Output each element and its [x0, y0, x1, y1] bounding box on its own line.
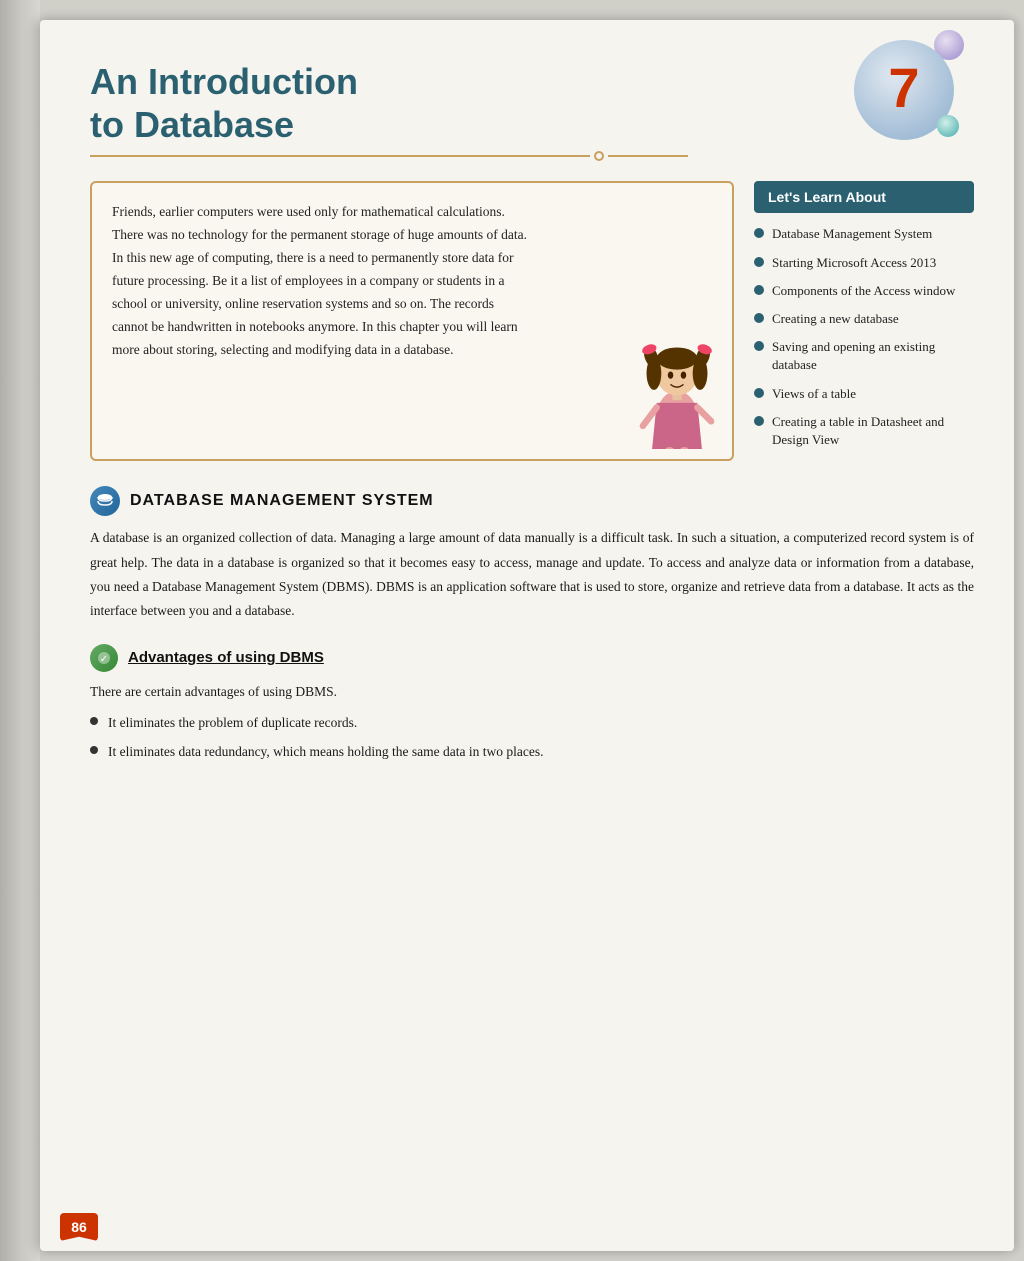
page-spine — [0, 0, 40, 1261]
chapter-title: An Introduction to Database — [90, 60, 974, 161]
list-item: It eliminates data redundancy, which mea… — [90, 741, 974, 763]
learn-item-label: Saving and opening an existing database — [772, 338, 974, 374]
bullet-icon — [754, 285, 764, 295]
adv-item-text: It eliminates data redundancy, which mea… — [108, 741, 544, 763]
list-item: Components of the Access window — [754, 282, 974, 300]
adv-bullet-icon — [90, 717, 98, 725]
learn-item-label: Components of the Access window — [772, 282, 955, 300]
dbms-section-body: A database is an organized collection of… — [90, 526, 974, 623]
learn-item-label: Starting Microsoft Access 2013 — [772, 254, 936, 272]
girl-illustration — [632, 329, 722, 449]
dbms-section-heading: DATABASE MANAGEMENT SYSTEM — [90, 486, 974, 516]
title-line — [90, 155, 590, 157]
learn-item-label: Creating a table in Datasheet and Design… — [772, 413, 974, 449]
bullet-icon — [754, 313, 764, 323]
list-item: Creating a table in Datasheet and Design… — [754, 413, 974, 449]
decorative-circle-teal — [937, 115, 959, 137]
learn-item-label: Views of a table — [772, 385, 856, 403]
bullet-icon — [754, 388, 764, 398]
advantages-heading: ✓ Advantages of using DBMS — [90, 644, 974, 672]
list-item: It eliminates the problem of duplicate r… — [90, 712, 974, 734]
list-item: Saving and opening an existing database — [754, 338, 974, 374]
advantages-intro-text: There are certain advantages of using DB… — [90, 680, 974, 704]
list-item: Views of a table — [754, 385, 974, 403]
intro-text: Friends, earlier computers were used onl… — [112, 201, 532, 362]
girl-svg — [632, 329, 722, 449]
page-number-text: 86 — [71, 1219, 87, 1235]
chapter-title-text: An Introduction to Database — [90, 60, 974, 146]
advantages-body: There are certain advantages of using DB… — [90, 680, 974, 763]
page-content: 7 An Introduction to Database Friends, e… — [40, 20, 1014, 1251]
database-icon — [96, 492, 114, 510]
lets-learn-heading: Let's Learn About — [754, 181, 974, 213]
learn-item-label: Database Management System — [772, 225, 932, 243]
title-dot — [594, 151, 604, 161]
title-underline — [90, 151, 974, 161]
chapter-badge: 7 — [844, 30, 964, 150]
list-item: Creating a new database — [754, 310, 974, 328]
sidebar: Let's Learn About Database Management Sy… — [754, 181, 974, 461]
list-item: Starting Microsoft Access 2013 — [754, 254, 974, 272]
title-line2 — [608, 155, 688, 157]
dbms-body-text: A database is an organized collection of… — [90, 526, 974, 623]
bullet-icon — [754, 257, 764, 267]
dbms-section-icon — [90, 486, 120, 516]
svg-text:✓: ✓ — [100, 654, 108, 665]
main-layout: Friends, earlier computers were used onl… — [90, 181, 974, 461]
intro-box: Friends, earlier computers were used onl… — [90, 181, 734, 461]
bullet-icon — [754, 341, 764, 351]
advantages-icon: ✓ — [90, 644, 118, 672]
bullet-icon — [754, 416, 764, 426]
advantages-svg-icon: ✓ — [96, 650, 112, 666]
chapter-number: 7 — [888, 60, 919, 116]
advantages-list: It eliminates the problem of duplicate r… — [90, 712, 974, 763]
learn-item-label: Creating a new database — [772, 310, 899, 328]
advantages-heading-text: Advantages of using DBMS — [128, 649, 324, 666]
dbms-heading-text: DATABASE MANAGEMENT SYSTEM — [130, 492, 434, 510]
list-item: Database Management System — [754, 225, 974, 243]
bullet-icon — [754, 228, 764, 238]
adv-bullet-icon — [90, 746, 98, 754]
adv-item-text: It eliminates the problem of duplicate r… — [108, 712, 357, 734]
learn-items-list: Database Management System Starting Micr… — [754, 225, 974, 449]
